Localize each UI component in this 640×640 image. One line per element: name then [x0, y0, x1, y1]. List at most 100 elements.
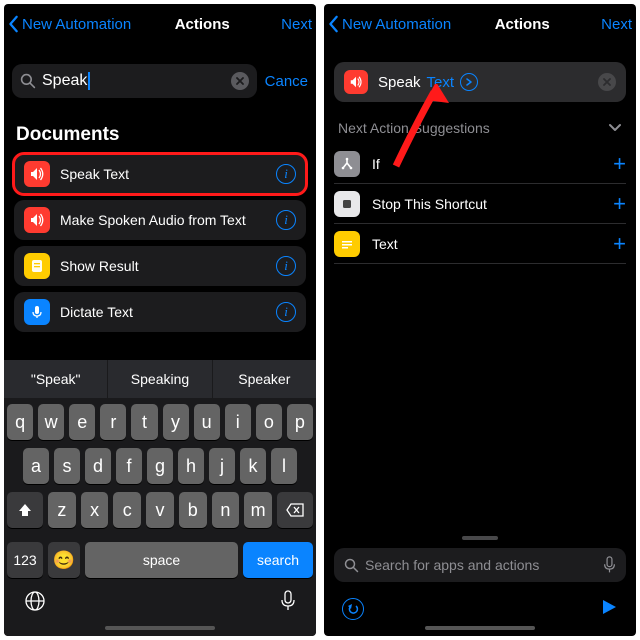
- back-button[interactable]: New Automation: [8, 15, 131, 33]
- drag-handle[interactable]: [462, 536, 498, 540]
- page-title: Actions: [123, 16, 281, 33]
- key-o[interactable]: o: [256, 404, 282, 440]
- action-verb: Speak: [378, 74, 421, 91]
- text-icon: [334, 231, 360, 257]
- section-header: Documents: [4, 104, 316, 154]
- key-k[interactable]: k: [240, 448, 266, 484]
- result-show-result[interactable]: Show Result i: [14, 246, 306, 286]
- key-t[interactable]: t: [131, 404, 157, 440]
- key-j[interactable]: j: [209, 448, 235, 484]
- emoji-key[interactable]: 😊: [48, 542, 80, 578]
- suggestion-if[interactable]: If +: [334, 144, 626, 184]
- space-key[interactable]: space: [85, 542, 238, 578]
- search-icon: [20, 73, 36, 89]
- microphone-icon[interactable]: [280, 590, 296, 612]
- key-s[interactable]: s: [54, 448, 80, 484]
- suggestion-stop[interactable]: Stop This Shortcut +: [334, 184, 626, 224]
- next-button[interactable]: Next: [601, 16, 632, 33]
- add-button[interactable]: +: [613, 231, 626, 257]
- prediction[interactable]: "Speak": [4, 360, 108, 398]
- page-title: Actions: [443, 16, 601, 33]
- suggestions-label: Next Action Suggestions: [338, 120, 608, 136]
- navbar: New Automation Actions Next: [324, 4, 636, 44]
- speaker-icon: [344, 70, 368, 94]
- result-label: Dictate Text: [60, 304, 276, 320]
- chevron-down-icon: [608, 123, 622, 133]
- back-button[interactable]: New Automation: [328, 15, 451, 33]
- suggestion-label: If: [372, 156, 613, 172]
- play-button[interactable]: [600, 598, 618, 616]
- action-token[interactable]: Text: [427, 74, 455, 91]
- key-q[interactable]: q: [7, 404, 33, 440]
- microphone-icon[interactable]: [603, 556, 616, 574]
- microphone-icon: [24, 299, 50, 325]
- suggestion-label: Stop This Shortcut: [372, 196, 613, 212]
- key-b[interactable]: b: [179, 492, 207, 528]
- key-n[interactable]: n: [212, 492, 240, 528]
- clear-button[interactable]: [231, 72, 249, 90]
- navbar: New Automation Actions Next: [4, 4, 316, 44]
- result-speak-text[interactable]: Speak Text i: [14, 154, 306, 194]
- key-w[interactable]: w: [38, 404, 64, 440]
- suggestion-label: Text: [372, 236, 613, 252]
- search-icon: [344, 558, 359, 573]
- key-v[interactable]: v: [146, 492, 174, 528]
- globe-icon[interactable]: [24, 590, 46, 612]
- next-button[interactable]: Next: [281, 16, 312, 33]
- key-d[interactable]: d: [85, 448, 111, 484]
- info-button[interactable]: i: [276, 302, 296, 322]
- key-e[interactable]: e: [69, 404, 95, 440]
- add-button[interactable]: +: [613, 151, 626, 177]
- suggestion-text[interactable]: Text +: [334, 224, 626, 264]
- result-dictate[interactable]: Dictate Text i: [14, 292, 306, 332]
- result-make-spoken[interactable]: Make Spoken Audio from Text i: [14, 200, 306, 240]
- info-button[interactable]: i: [276, 164, 296, 184]
- remove-action-button[interactable]: [598, 73, 616, 91]
- key-p[interactable]: p: [287, 404, 313, 440]
- key-h[interactable]: h: [178, 448, 204, 484]
- stop-icon: [334, 191, 360, 217]
- speak-action-card[interactable]: Speak Text: [334, 62, 626, 102]
- key-i[interactable]: i: [225, 404, 251, 440]
- info-button[interactable]: i: [276, 210, 296, 230]
- result-label: Make Spoken Audio from Text: [60, 212, 276, 228]
- prediction[interactable]: Speaker: [213, 360, 316, 398]
- predictions-bar: "Speak" Speaking Speaker: [4, 360, 316, 398]
- key-m[interactable]: m: [244, 492, 272, 528]
- key-x[interactable]: x: [81, 492, 109, 528]
- document-icon: [24, 253, 50, 279]
- suggestions-header[interactable]: Next Action Suggestions: [324, 116, 636, 144]
- search-key[interactable]: search: [243, 542, 313, 578]
- key-u[interactable]: u: [194, 404, 220, 440]
- right-screen: New Automation Actions Next Speak Text N…: [324, 4, 636, 636]
- close-icon: [236, 77, 244, 85]
- key-a[interactable]: a: [23, 448, 49, 484]
- prediction[interactable]: Speaking: [108, 360, 212, 398]
- cancel-button[interactable]: Cance: [265, 73, 308, 90]
- info-button[interactable]: i: [276, 256, 296, 276]
- left-screen: New Automation Actions Next Speak Cance …: [4, 4, 316, 636]
- home-indicator[interactable]: [105, 626, 215, 630]
- bottom-sheet: Search for apps and actions: [324, 536, 636, 636]
- result-label: Speak Text: [60, 166, 276, 182]
- chevron-right-icon: [465, 78, 473, 86]
- key-g[interactable]: g: [147, 448, 173, 484]
- undo-button[interactable]: [342, 598, 364, 620]
- shift-key[interactable]: [7, 492, 43, 528]
- speaker-icon: [24, 207, 50, 233]
- key-r[interactable]: r: [100, 404, 126, 440]
- disclosure-button[interactable]: [460, 73, 478, 91]
- close-icon: [603, 78, 611, 86]
- backspace-key[interactable]: [277, 492, 313, 528]
- backspace-icon: [286, 503, 304, 517]
- numbers-key[interactable]: 123: [7, 542, 43, 578]
- key-c[interactable]: c: [113, 492, 141, 528]
- home-indicator[interactable]: [425, 626, 535, 630]
- key-z[interactable]: z: [48, 492, 76, 528]
- key-y[interactable]: y: [163, 404, 189, 440]
- add-button[interactable]: +: [613, 191, 626, 217]
- search-input[interactable]: Speak: [12, 64, 257, 98]
- key-l[interactable]: l: [271, 448, 297, 484]
- bottom-search-input[interactable]: Search for apps and actions: [334, 548, 626, 582]
- key-f[interactable]: f: [116, 448, 142, 484]
